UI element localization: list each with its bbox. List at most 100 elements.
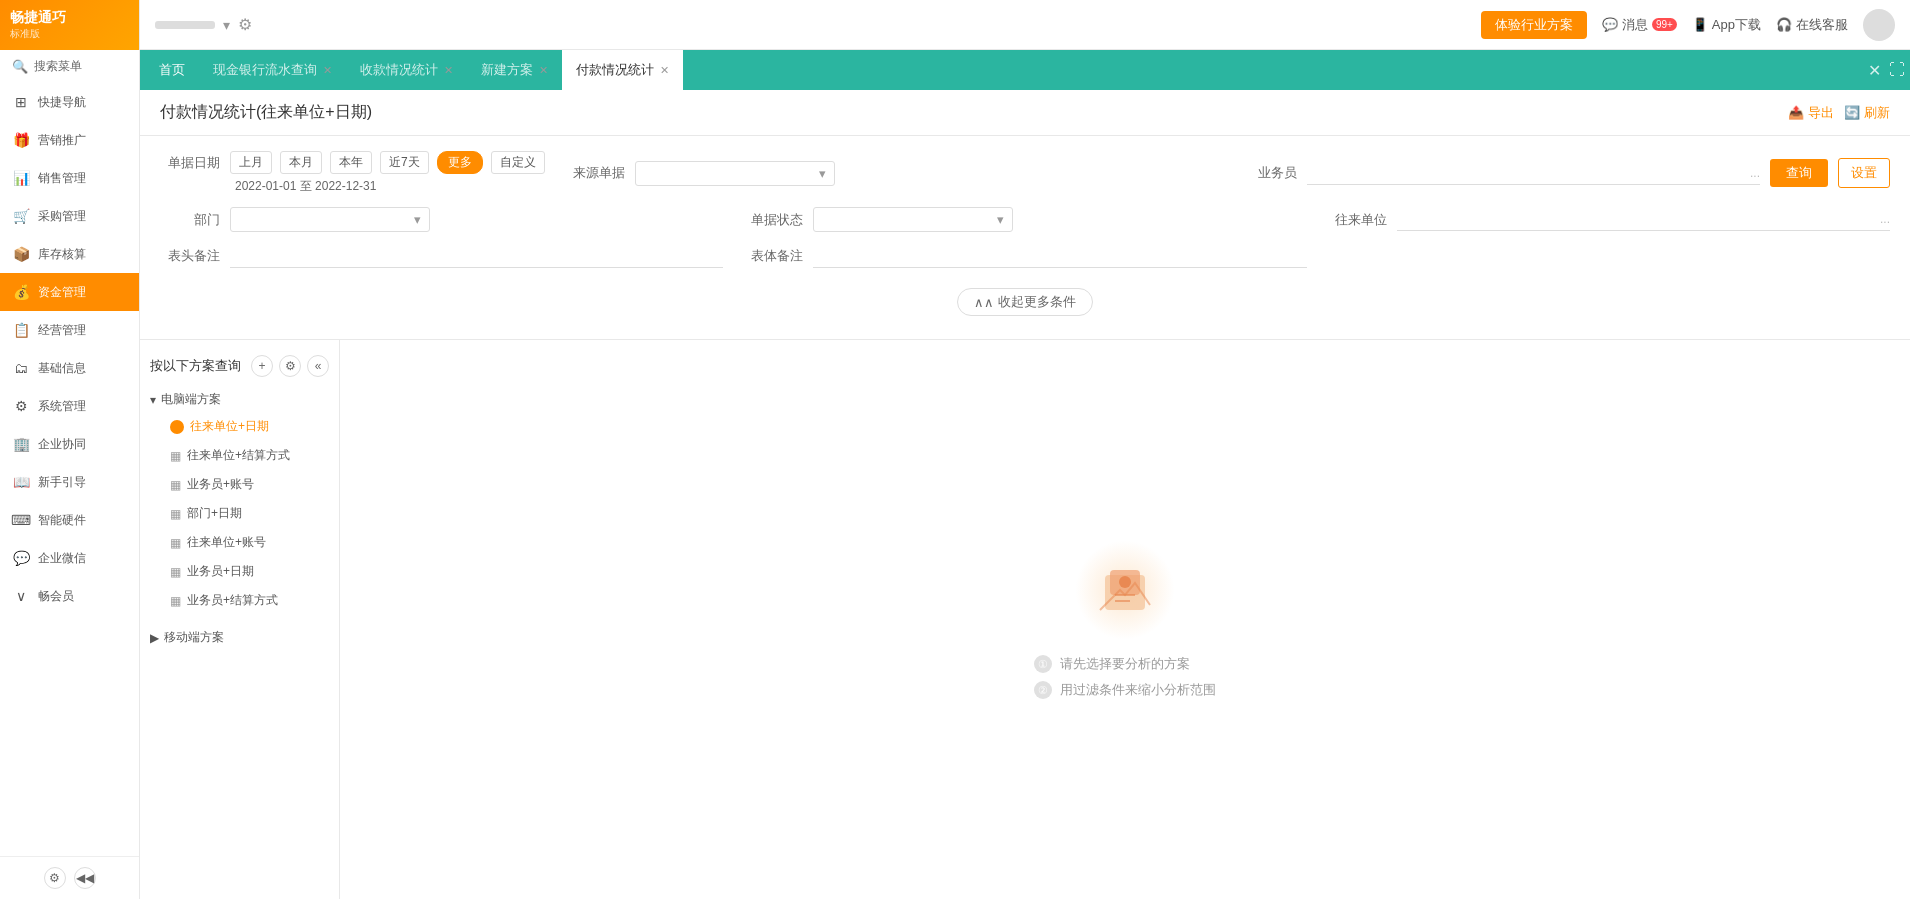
dept-select[interactable]: ▾ [230, 207, 430, 232]
message-action[interactable]: 💬 消息 99+ [1602, 16, 1677, 34]
settings-button[interactable]: 设置 [1838, 158, 1890, 188]
tab-bank[interactable]: 现金银行流水查询 ✕ [199, 50, 346, 90]
scheme-collapse-button[interactable]: « [307, 355, 329, 377]
scheme-item-icon-2: ▦ [170, 478, 181, 492]
scheme-mobile-group-title[interactable]: ▶ 移动端方案 [150, 625, 329, 650]
scheme-item-icon-5: ▦ [170, 565, 181, 579]
date-btn-custom[interactable]: 自定义 [491, 151, 545, 174]
tab-payment[interactable]: 付款情况统计 ✕ [562, 50, 683, 90]
scheme-item-label-staff-account: 业务员+账号 [187, 476, 254, 493]
filter-row-1: 单据日期 上月 本月 本年 近7天 更多 自定义 2022-01-01 至 20… [160, 151, 1890, 195]
sidebar-item-inventory[interactable]: 📦 库存核算 [0, 235, 139, 273]
tab-new[interactable]: 新建方案 ✕ [467, 50, 562, 90]
sidebar-item-purchase[interactable]: 🛒 采购管理 [0, 197, 139, 235]
marketing-icon: 🎁 [12, 131, 30, 149]
voucher-status-col: 单据状态 ▾ [743, 207, 1306, 232]
sidebar-item-hardware[interactable]: ⌨ 智能硬件 [0, 501, 139, 539]
sidebar-item-wechat[interactable]: 💬 企业微信 [0, 539, 139, 577]
body-note-col: 表体备注 [743, 244, 1306, 268]
collapse-button[interactable]: ∧∧ 收起更多条件 [957, 288, 1093, 316]
tab-close-all-icon[interactable]: ✕ [1868, 61, 1881, 80]
tab-maximize-icon[interactable]: ⛶ [1889, 61, 1905, 79]
tab-home[interactable]: 首页 [145, 50, 199, 90]
quick-icon: ⊞ [12, 93, 30, 111]
date-btn-more[interactable]: 更多 [437, 151, 483, 174]
tabbar-actions: ✕ ⛶ [1868, 61, 1905, 80]
scheme-item-counterpart-settle[interactable]: ▦ 往来单位+结算方式 [150, 441, 329, 470]
member-icon: ∨ [12, 587, 30, 605]
refresh-button[interactable]: 🔄 刷新 [1844, 104, 1890, 122]
hint-text-2: 用过滤条件来缩小分析范围 [1060, 681, 1216, 699]
counterpart-ellipsis-icon[interactable]: ... [1880, 212, 1890, 226]
date-btn-last-month[interactable]: 上月 [230, 151, 272, 174]
voucher-status-select[interactable]: ▾ [813, 207, 1013, 232]
scheme-item-counterpart-account[interactable]: ▦ 往来单位+账号 [150, 528, 329, 557]
app-download-action[interactable]: 📱 App下载 [1692, 16, 1761, 34]
scheme-desktop-label: 电脑端方案 [161, 391, 221, 408]
trial-button[interactable]: 体验行业方案 [1481, 11, 1587, 39]
topbar-settings-icon[interactable]: ⚙ [238, 15, 252, 34]
scheme-item-counterpart-date[interactable]: 往来单位+日期 [150, 412, 329, 441]
source-select[interactable]: ▾ [635, 161, 835, 186]
topbar-dropdown-icon[interactable]: ▾ [223, 17, 230, 33]
sidebar-item-basic[interactable]: 🗂 基础信息 [0, 349, 139, 387]
empty-hint-1: ① 请先选择要分析的方案 [1034, 655, 1216, 673]
filter-panel: 单据日期 上月 本月 本年 近7天 更多 自定义 2022-01-01 至 20… [140, 136, 1910, 340]
tab-receipt-close-icon[interactable]: ✕ [444, 64, 453, 77]
sidebar-item-member[interactable]: ∨ 畅会员 [0, 577, 139, 615]
query-button[interactable]: 查询 [1770, 159, 1828, 187]
scheme-settings-button[interactable]: ⚙ [279, 355, 301, 377]
scheme-item-label-staff-settle: 业务员+结算方式 [187, 592, 278, 609]
scheme-item-icon-3: ▦ [170, 507, 181, 521]
scheme-item-staff-settle[interactable]: ▦ 业务员+结算方式 [150, 586, 329, 615]
tab-bank-close-icon[interactable]: ✕ [323, 64, 332, 77]
sidebar-item-label-inventory: 库存核算 [38, 246, 86, 263]
service-action[interactable]: 🎧 在线客服 [1776, 16, 1848, 34]
sidebar-item-operation[interactable]: 📋 经营管理 [0, 311, 139, 349]
sidebar-item-coop[interactable]: 🏢 企业协同 [0, 425, 139, 463]
scheme-item-label-counterpart-account: 往来单位+账号 [187, 534, 266, 551]
sidebar-item-quick[interactable]: ⊞ 快捷导航 [0, 83, 139, 121]
content-body: 按以下方案查询 + ⚙ « ▾ 电脑端方案 往来单位+日期 ▦ [140, 340, 1910, 899]
sidebar-item-label-quick: 快捷导航 [38, 94, 86, 111]
add-scheme-button[interactable]: + [251, 355, 273, 377]
header-note-label: 表头备注 [160, 247, 220, 265]
scheme-item-label-dept-date: 部门+日期 [187, 505, 242, 522]
date-options: 上月 本月 本年 近7天 更多 自定义 [230, 151, 545, 174]
sidebar-collapse-button[interactable]: ◀◀ [74, 867, 96, 889]
sidebar-item-sales[interactable]: 📊 销售管理 [0, 159, 139, 197]
logo-version: 标准版 [10, 27, 66, 41]
sidebar-settings-button[interactable]: ⚙ [44, 867, 66, 889]
sidebar-item-marketing[interactable]: 🎁 营销推广 [0, 121, 139, 159]
scheme-item-dept-date[interactable]: ▦ 部门+日期 [150, 499, 329, 528]
tab-receipt[interactable]: 收款情况统计 ✕ [346, 50, 467, 90]
tab-new-close-icon[interactable]: ✕ [539, 64, 548, 77]
export-button[interactable]: 📤 导出 [1788, 104, 1834, 122]
header-note-input[interactable] [230, 244, 723, 268]
sidebar-item-guide[interactable]: 📖 新手引导 [0, 463, 139, 501]
system-icon: ⚙ [12, 397, 30, 415]
date-btn-7days[interactable]: 近7天 [380, 151, 429, 174]
body-note-input[interactable] [813, 244, 1306, 268]
voucher-status-dropdown-icon: ▾ [997, 212, 1004, 227]
avatar[interactable] [1863, 9, 1895, 41]
scheme-item-staff-account[interactable]: ▦ 业务员+账号 [150, 470, 329, 499]
guide-icon: 📖 [12, 473, 30, 491]
hint-num-1: ① [1034, 655, 1052, 673]
date-btn-this-month[interactable]: 本月 [280, 151, 322, 174]
sidebar-item-capital[interactable]: 💰 资金管理 [0, 273, 139, 311]
sidebar-item-system[interactable]: ⚙ 系统管理 [0, 387, 139, 425]
tab-payment-close-icon[interactable]: ✕ [660, 64, 669, 77]
sidebar: 畅捷通巧 标准版 🔍 搜索菜单 ⊞ 快捷导航 🎁 营销推广 📊 销售管理 🛒 采… [0, 0, 140, 899]
sidebar-item-label-wechat: 企业微信 [38, 550, 86, 567]
body-note-label: 表体备注 [743, 247, 803, 265]
scheme-item-staff-date[interactable]: ▦ 业务员+日期 [150, 557, 329, 586]
date-btn-this-year[interactable]: 本年 [330, 151, 372, 174]
tab-payment-label: 付款情况统计 [576, 61, 654, 79]
search-icon: 🔍 [12, 59, 28, 74]
sidebar-item-label-coop: 企业协同 [38, 436, 86, 453]
staff-ellipsis-icon[interactable]: ... [1750, 166, 1760, 180]
scheme-desktop-group-title[interactable]: ▾ 电脑端方案 [150, 387, 329, 412]
logo-text: 畅捷通巧 [10, 9, 66, 27]
search-menu[interactable]: 🔍 搜索菜单 [0, 50, 139, 83]
